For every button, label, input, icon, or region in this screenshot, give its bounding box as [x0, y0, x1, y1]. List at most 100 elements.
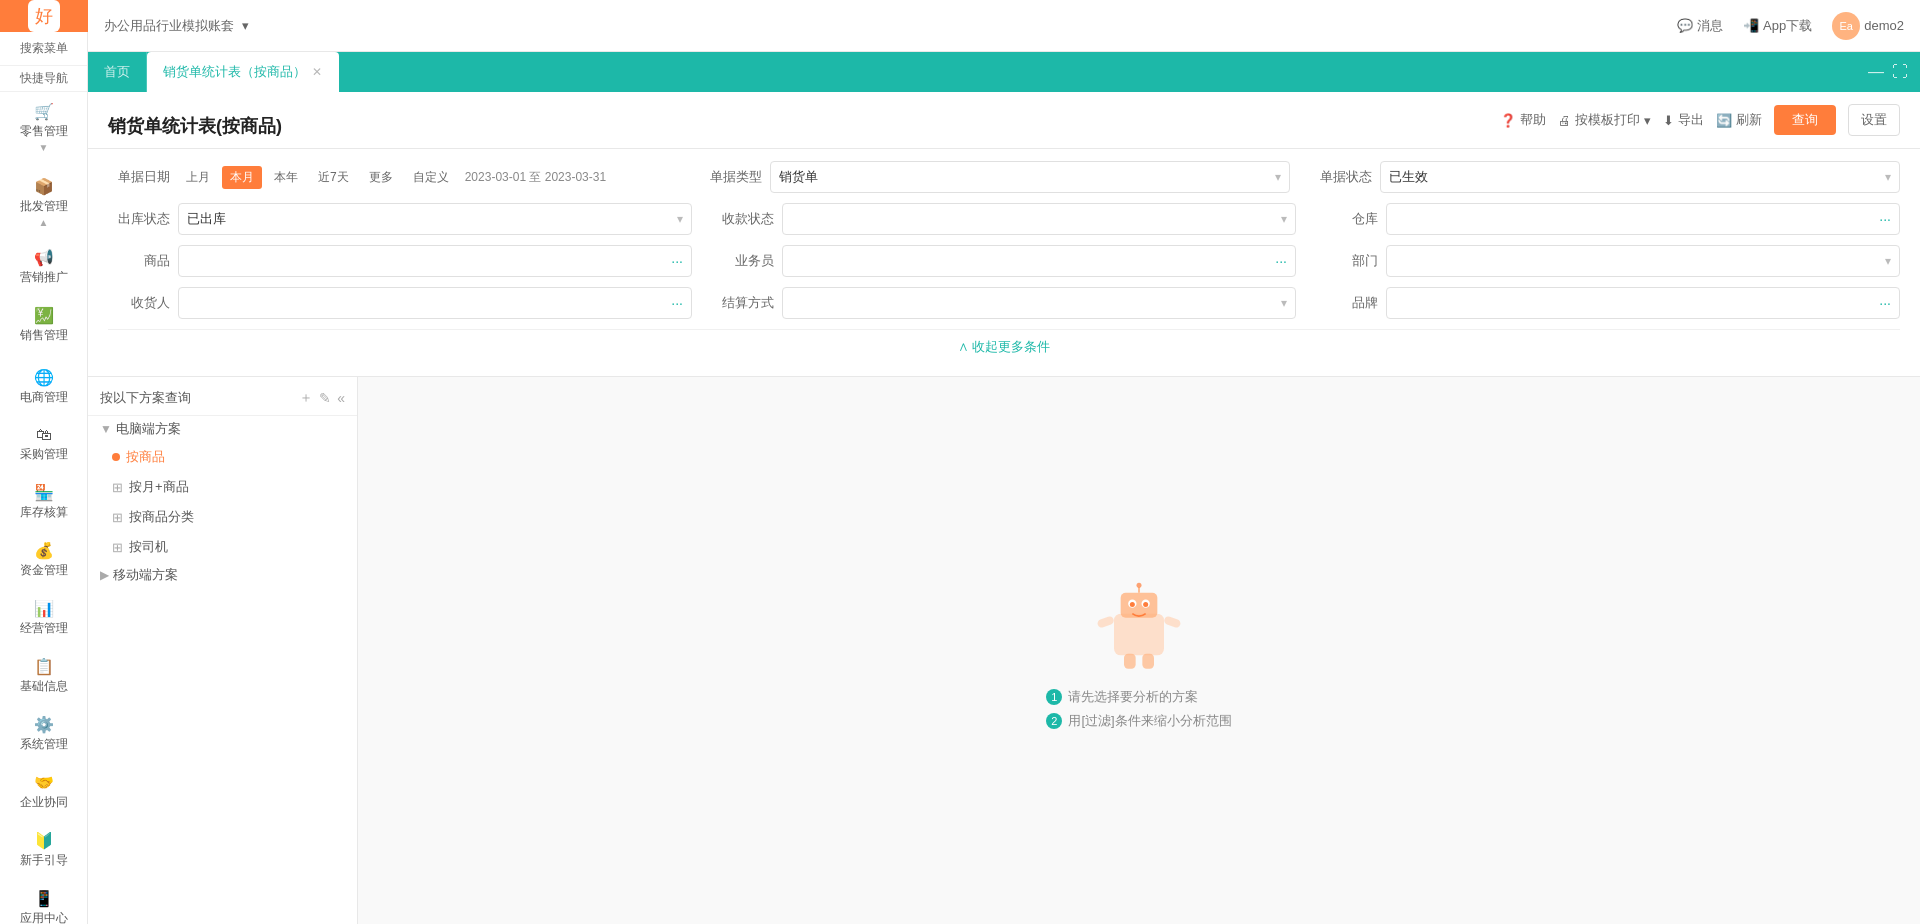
receiver-label: 收货人	[108, 294, 178, 312]
receiver-dots-btn[interactable]: ···	[671, 295, 683, 311]
payment-arrow[interactable]: ▾	[1281, 296, 1287, 310]
sidebar-quick-nav[interactable]: 快捷导航	[0, 66, 87, 92]
doc-type-control[interactable]: 销货单 ▾	[770, 161, 1290, 193]
query-btn[interactable]: 查询	[1774, 105, 1836, 135]
guide-icon: 🔰	[34, 831, 54, 850]
refresh-btn[interactable]: 🔄 刷新	[1716, 111, 1762, 129]
payment-control[interactable]: ▾	[782, 287, 1296, 319]
tip-num-2: 2	[1046, 713, 1062, 729]
sidebar-item-marketing[interactable]: 📢 营销推广	[0, 238, 87, 296]
tab-minimize-btn[interactable]: —	[1868, 63, 1884, 81]
collapse-btn[interactable]: ∧ 收起更多条件	[108, 329, 1900, 364]
quick-nav-label[interactable]: 快捷导航	[20, 71, 68, 85]
print-dropdown-icon[interactable]: ▾	[1644, 113, 1651, 128]
tab-active[interactable]: 销货单统计表（按商品） ✕	[147, 52, 339, 92]
tab-maximize-btn[interactable]: ⛶	[1892, 63, 1908, 81]
operations-icon: 📊	[34, 599, 54, 618]
tree-item-by-customer[interactable]: ⊞ 按司机	[88, 532, 357, 562]
user-profile[interactable]: Ea demo2	[1832, 12, 1904, 40]
refresh-label: 刷新	[1736, 111, 1762, 129]
empty-state: 1 请先选择要分析的方案 2 用[过滤]条件来缩小分析范围	[1046, 572, 1231, 730]
doc-status-arrow[interactable]: ▾	[1885, 170, 1891, 184]
receiver-control[interactable]: ···	[178, 287, 692, 319]
search-menu-label[interactable]: 搜索菜单	[20, 41, 68, 55]
industry-dropdown[interactable]: ▾	[242, 18, 249, 33]
scheme-panel-title: 按以下方案查询	[100, 389, 191, 407]
date-tab-7days[interactable]: 近7天	[310, 166, 357, 189]
dept-control[interactable]: ▾	[1386, 245, 1900, 277]
sidebar-item-system[interactable]: ⚙️ 系统管理	[0, 705, 87, 763]
date-tab-prev[interactable]: 上月	[178, 166, 218, 189]
by-customer-label: 按司机	[129, 538, 168, 556]
tree-item-by-category[interactable]: ⊞ 按商品分类	[88, 502, 357, 532]
add-scheme-btn[interactable]: ＋	[299, 389, 313, 407]
brand-control[interactable]: ···	[1386, 287, 1900, 319]
print-btn[interactable]: 🖨 按模板打印 ▾	[1558, 111, 1651, 129]
messages-btn[interactable]: 💬 消息	[1677, 17, 1723, 35]
brand-dots-btn[interactable]: ···	[1879, 295, 1891, 311]
sidebar-item-enterprise[interactable]: 🤝 企业协同	[0, 763, 87, 821]
date-tab-more[interactable]: 更多	[361, 166, 401, 189]
warehouse-dots-btn[interactable]: ···	[1879, 211, 1891, 227]
industry-label: 办公用品行业模拟账套	[104, 17, 234, 35]
date-tab-year[interactable]: 本年	[266, 166, 306, 189]
tree-group-mobile[interactable]: ▶ 移动端方案	[88, 562, 357, 588]
svg-point-4	[1130, 602, 1135, 607]
out-status-control[interactable]: 已出库 ▾	[178, 203, 692, 235]
collapse-tree-btn[interactable]: «	[337, 390, 345, 406]
svg-rect-1	[1121, 592, 1158, 617]
settings-btn[interactable]: 设置	[1848, 104, 1900, 136]
tree-item-by-month-goods[interactable]: ⊞ 按月+商品	[88, 472, 357, 502]
salesman-label: 业务员	[712, 252, 782, 270]
warehouse-control[interactable]: ···	[1386, 203, 1900, 235]
tree-group-desktop[interactable]: ▼ 电脑端方案	[88, 416, 357, 442]
salesman-dots-btn[interactable]: ···	[1275, 253, 1287, 269]
page-title: 销货单统计表(按商品)	[108, 114, 282, 138]
goods-dots-btn[interactable]: ···	[671, 253, 683, 269]
sidebar-item-ecommerce[interactable]: 🌐 电商管理	[0, 358, 87, 416]
date-tab-custom[interactable]: 自定义	[405, 166, 457, 189]
sidebar-item-label-operations: 经营管理	[20, 620, 68, 637]
sidebar-item-guide[interactable]: 🔰 新手引导	[0, 821, 87, 879]
salesman-control[interactable]: ···	[782, 245, 1296, 277]
sidebar-item-inventory[interactable]: 🏪 库存核算	[0, 473, 87, 531]
collapse-icon: ∧	[958, 339, 969, 354]
help-btn[interactable]: ❓ 帮助	[1500, 111, 1546, 129]
sidebar-item-retail[interactable]: 🛒 零售管理 ▼	[0, 92, 87, 163]
sidebar-item-finance[interactable]: 💰 资金管理	[0, 531, 87, 589]
scheme-panel-actions: ＋ ✎ «	[299, 389, 345, 407]
goods-inner: ···	[187, 253, 683, 269]
sidebar-item-wholesale[interactable]: 📦 批发管理 ▲	[0, 167, 87, 238]
sidebar-item-basic[interactable]: 📋 基础信息	[0, 647, 87, 705]
tab-home[interactable]: 首页	[88, 52, 147, 92]
export-btn[interactable]: ⬇ 导出	[1663, 111, 1704, 129]
sidebar-item-operations[interactable]: 📊 经营管理	[0, 589, 87, 647]
sidebar-item-apps[interactable]: 📱 应用中心	[0, 879, 87, 924]
warehouse-inner: ···	[1395, 211, 1891, 227]
page-header-actions: ❓ 帮助 🖨 按模板打印 ▾ ⬇ 导出 🔄 刷新 查询 设置	[1500, 104, 1900, 148]
doc-type-arrow[interactable]: ▾	[1275, 170, 1281, 184]
tab-close-btn[interactable]: ✕	[312, 65, 322, 79]
export-icon: ⬇	[1663, 113, 1674, 128]
sidebar-search-menu[interactable]: 搜索菜单	[0, 32, 87, 66]
grid-icon-2: ⊞	[112, 510, 123, 525]
pay-status-label: 收款状态	[712, 210, 782, 228]
pay-status-control[interactable]: ▾	[782, 203, 1296, 235]
pay-status-arrow[interactable]: ▾	[1281, 212, 1287, 226]
dept-arrow[interactable]: ▾	[1885, 254, 1891, 268]
out-status-arrow[interactable]: ▾	[677, 212, 683, 226]
tree-item-by-goods[interactable]: 按商品	[88, 442, 357, 472]
sidebar-item-purchase[interactable]: 🛍 采购管理	[0, 416, 87, 473]
doc-status-control[interactable]: 已生效 ▾	[1380, 161, 1900, 193]
doc-status-label: 单据状态	[1310, 168, 1380, 186]
app-download-btn[interactable]: 📲 App下载	[1743, 17, 1812, 35]
download-label: App下载	[1763, 17, 1812, 35]
svg-point-7	[1136, 582, 1141, 587]
logo-icon: 好	[28, 0, 60, 32]
date-tab-current[interactable]: 本月	[222, 166, 262, 189]
sidebar-item-label-system: 系统管理	[20, 736, 68, 753]
edit-scheme-btn[interactable]: ✎	[319, 390, 331, 406]
sidebar-item-sales[interactable]: 💹 销售管理	[0, 296, 87, 354]
export-label: 导出	[1678, 111, 1704, 129]
goods-control[interactable]: ···	[178, 245, 692, 277]
